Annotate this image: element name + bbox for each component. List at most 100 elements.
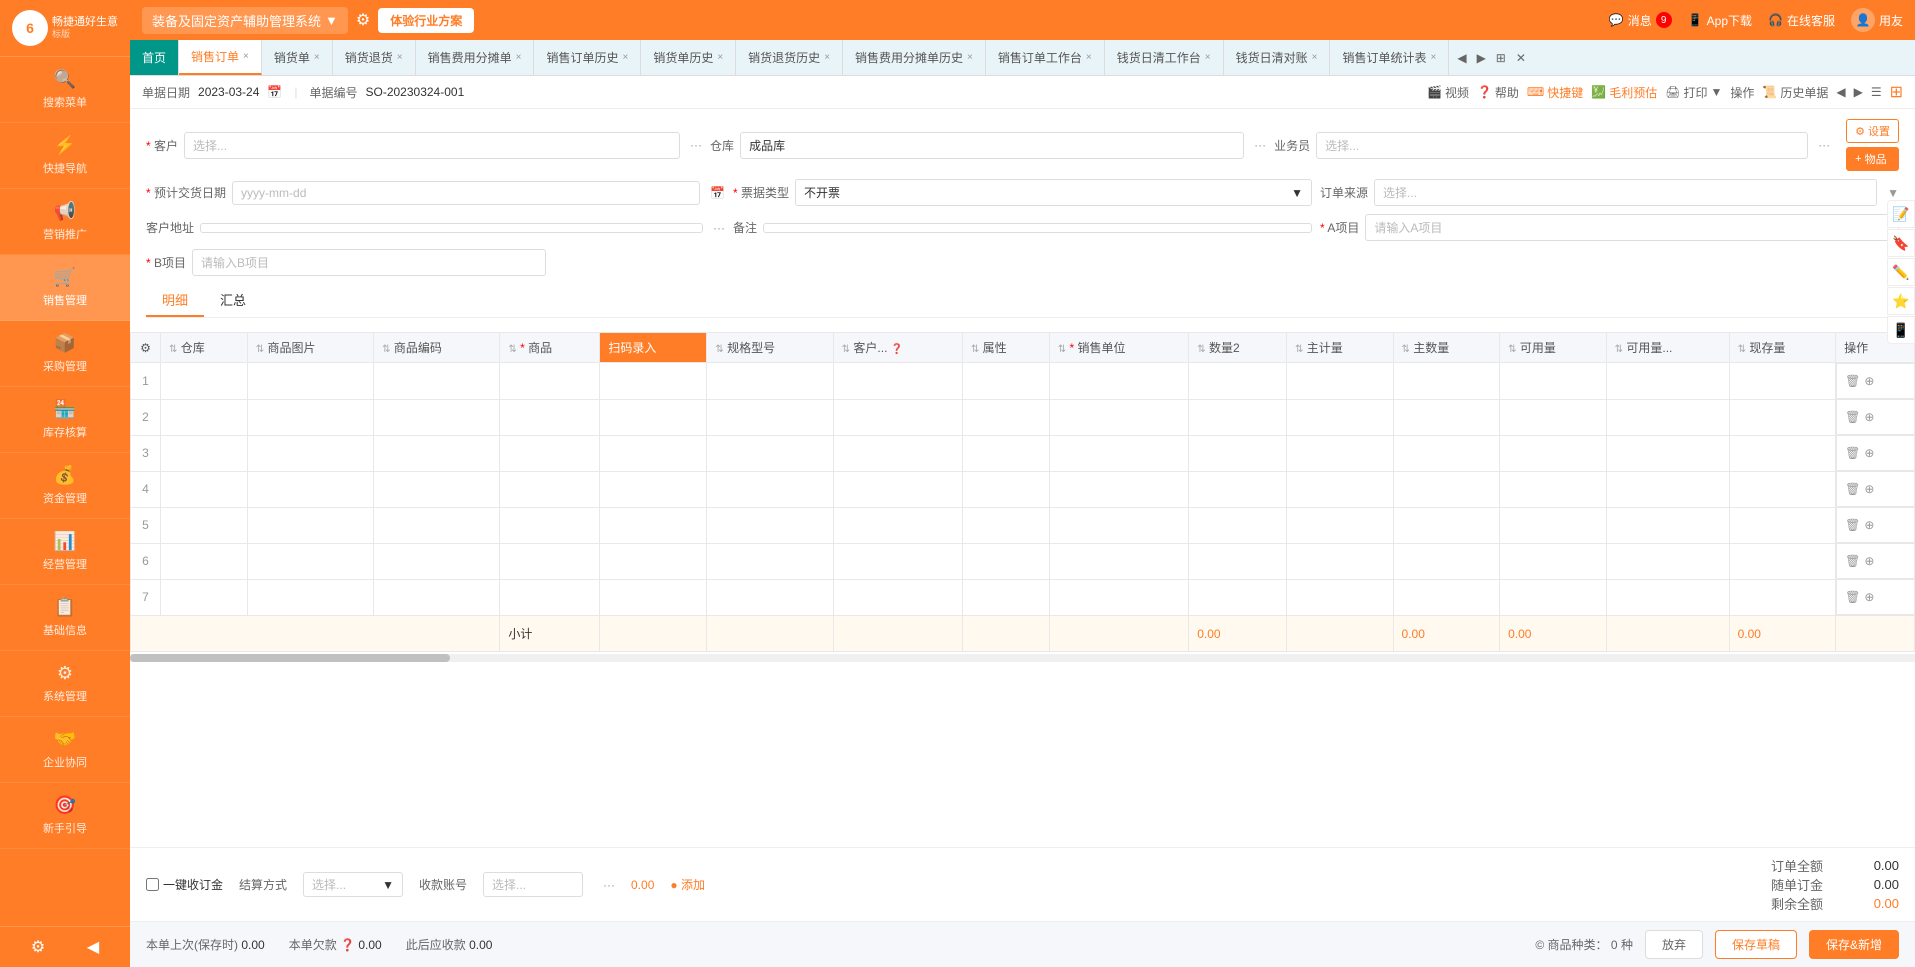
tab-invoice-history[interactable]: 销货单历史 ×	[641, 40, 736, 75]
row2-available2[interactable]	[1606, 399, 1729, 435]
tab-sales-return[interactable]: 销货退货 ×	[333, 40, 416, 75]
tab-expense-history-close[interactable]: ×	[967, 52, 973, 63]
row6-scan[interactable]	[600, 543, 707, 579]
th-available2[interactable]: ⇅ 可用量...	[1606, 333, 1729, 363]
row2-sales-unit[interactable]	[1049, 399, 1188, 435]
row1-qty2[interactable]	[1189, 363, 1287, 400]
row4-warehouse[interactable]	[161, 471, 248, 507]
row7-goods[interactable]	[500, 579, 600, 616]
calendar-icon[interactable]: 📅	[267, 85, 282, 99]
delivery-date-input[interactable]: yyyy-mm-dd	[232, 181, 700, 205]
row4-available[interactable]	[1500, 471, 1607, 507]
right-panel-icon-5[interactable]: 📱	[1887, 316, 1915, 344]
row5-action[interactable]: 🗑 ⊕	[1836, 507, 1914, 543]
sidebar-item-purchase[interactable]: 📦 采购管理	[0, 321, 130, 387]
row6-qty2[interactable]	[1189, 543, 1287, 579]
row1-warehouse[interactable]	[161, 363, 248, 400]
next-record-icon[interactable]: ▶	[1854, 85, 1863, 99]
row1-available[interactable]	[1500, 363, 1607, 400]
row5-stock[interactable]	[1729, 507, 1836, 543]
sidebar-item-nav[interactable]: ⚡ 快捷导航	[0, 123, 130, 189]
row5-attr[interactable]	[962, 507, 1049, 543]
tab-return-history[interactable]: 销货退货历史 ×	[736, 40, 843, 75]
row1-code[interactable]	[374, 363, 500, 400]
industry-btn[interactable]: 体验行业方案	[378, 8, 474, 33]
help-btn[interactable]: ❓ 帮助	[1477, 84, 1519, 101]
sidebar-item-sales[interactable]: 🛒 销售管理	[0, 255, 130, 321]
row4-main-qty[interactable]	[1393, 471, 1500, 507]
row6-customer-code[interactable]	[833, 543, 962, 579]
sidebar-item-base[interactable]: 📋 基础信息	[0, 585, 130, 651]
row4-available2[interactable]	[1606, 471, 1729, 507]
row6-code[interactable]	[374, 543, 500, 579]
tab-sales-expense-close[interactable]: ×	[516, 52, 522, 63]
row3-stock[interactable]	[1729, 435, 1836, 471]
right-panel-icon-2[interactable]: 🔖	[1887, 229, 1915, 257]
tab-return-history-close[interactable]: ×	[824, 52, 830, 63]
row5-customer-code[interactable]	[833, 507, 962, 543]
payment-method-select[interactable]: 选择... ▼	[303, 872, 403, 897]
row3-warehouse[interactable]	[161, 435, 248, 471]
row7-scan[interactable]	[600, 579, 707, 616]
save-draft-btn[interactable]: 保存草稿	[1715, 930, 1797, 959]
row6-goods[interactable]	[500, 543, 600, 579]
a-project-input[interactable]: 请输入A项目	[1365, 214, 1899, 241]
view-btn[interactable]: 🎬 视频	[1427, 84, 1469, 101]
copy-icon[interactable]: ⊕	[1864, 518, 1874, 532]
tab-sales-return-close[interactable]: ×	[397, 52, 403, 63]
delete-icon[interactable]: 🗑	[1845, 518, 1860, 532]
row3-available[interactable]	[1500, 435, 1607, 471]
row2-image[interactable]	[247, 399, 373, 435]
copy-icon[interactable]: ⊕	[1864, 446, 1874, 460]
row2-available[interactable]	[1500, 399, 1607, 435]
row4-qty2[interactable]	[1189, 471, 1287, 507]
row5-available[interactable]	[1500, 507, 1607, 543]
th-customer-code[interactable]: ⇅ 客户... ❓	[833, 333, 962, 363]
warehouse-input[interactable]: 成品库	[740, 132, 1244, 159]
th-code[interactable]: ⇅ 商品编码	[374, 333, 500, 363]
th-settings[interactable]: ⚙	[131, 333, 161, 363]
row3-attr[interactable]	[962, 435, 1049, 471]
order-source-input[interactable]: 选择...	[1374, 179, 1877, 206]
row6-warehouse[interactable]	[161, 543, 248, 579]
row3-available2[interactable]	[1606, 435, 1729, 471]
copy-icon[interactable]: ⊕	[1864, 374, 1874, 388]
tab-invoice-history-close[interactable]: ×	[717, 52, 723, 63]
save-new-btn[interactable]: 保存&新增	[1809, 930, 1899, 959]
row7-qty2[interactable]	[1189, 579, 1287, 616]
prev-record-icon[interactable]: ◀	[1836, 85, 1845, 99]
row1-image[interactable]	[247, 363, 373, 400]
row5-available2[interactable]	[1606, 507, 1729, 543]
row6-sales-unit[interactable]	[1049, 543, 1188, 579]
row5-warehouse[interactable]	[161, 507, 248, 543]
row3-scan[interactable]	[600, 435, 707, 471]
th-main-unit[interactable]: ⇅ 主计量	[1286, 333, 1393, 363]
calendar-small-icon[interactable]: 📅	[710, 186, 725, 200]
delete-icon[interactable]: 🗑	[1845, 554, 1860, 568]
th-image[interactable]: ⇅ 商品图片	[247, 333, 373, 363]
row5-qty2[interactable]	[1189, 507, 1287, 543]
row7-code[interactable]	[374, 579, 500, 616]
row1-available2[interactable]	[1606, 363, 1729, 400]
row2-code[interactable]	[374, 399, 500, 435]
sidebar-item-inventory[interactable]: 🏪 库存核算	[0, 387, 130, 453]
row6-stock[interactable]	[1729, 543, 1836, 579]
customer-more-icon[interactable]: ···	[690, 138, 702, 152]
row5-scan[interactable]	[600, 507, 707, 543]
row7-warehouse[interactable]	[161, 579, 248, 616]
settings-icon[interactable]: ⚙	[356, 10, 370, 30]
row1-spec[interactable]	[707, 363, 833, 400]
tab-sales-summary[interactable]: 销售订单统计表 ×	[1330, 40, 1449, 75]
row3-code[interactable]	[374, 435, 500, 471]
horizontal-scrollbar[interactable]	[130, 654, 1915, 662]
row2-qty2[interactable]	[1189, 399, 1287, 435]
row5-main-qty[interactable]	[1393, 507, 1500, 543]
row2-stock[interactable]	[1729, 399, 1836, 435]
row2-scan[interactable]	[600, 399, 707, 435]
row1-action[interactable]: 🗑 ⊕	[1836, 363, 1914, 399]
delete-icon[interactable]: 🗑	[1845, 446, 1860, 460]
row6-attr[interactable]	[962, 543, 1049, 579]
delete-icon[interactable]: 🗑	[1845, 590, 1860, 604]
delete-icon[interactable]: 🗑	[1845, 410, 1860, 424]
row7-main-unit[interactable]	[1286, 579, 1393, 616]
